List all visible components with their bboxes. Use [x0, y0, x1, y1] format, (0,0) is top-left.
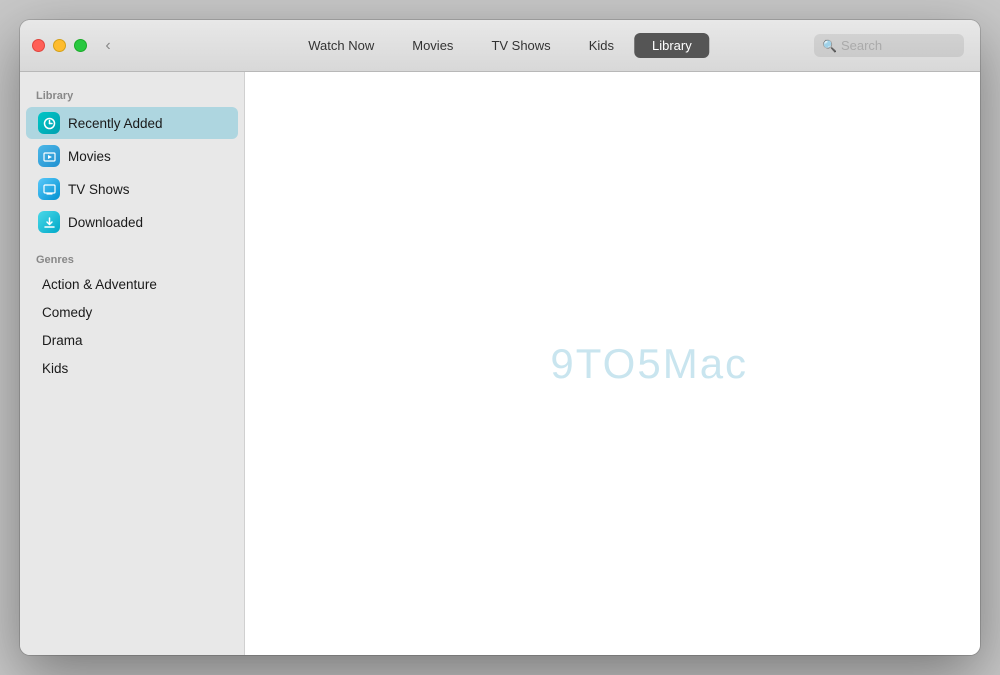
main-content: Library Recently Added: [20, 72, 980, 655]
movies-icon: [38, 145, 60, 167]
sidebar-item-tv-shows[interactable]: TV Shows: [26, 173, 238, 205]
tab-tv-shows[interactable]: TV Shows: [473, 33, 568, 58]
tab-kids[interactable]: Kids: [571, 33, 632, 58]
genre-kids[interactable]: Kids: [26, 355, 238, 382]
genre-comedy[interactable]: Comedy: [26, 299, 238, 326]
genre-drama-label: Drama: [42, 333, 83, 348]
titlebar: ‹ Watch Now Movies TV Shows Kids Library…: [20, 20, 980, 72]
downloaded-label: Downloaded: [68, 215, 143, 230]
tvshows-icon: [38, 178, 60, 200]
tab-library[interactable]: Library: [634, 33, 710, 58]
back-button[interactable]: ‹: [95, 36, 121, 56]
downloaded-icon: [38, 211, 60, 233]
movies-label: Movies: [68, 149, 111, 164]
sidebar-item-recently-added[interactable]: Recently Added: [26, 107, 238, 139]
sidebar-item-downloaded[interactable]: Downloaded: [26, 206, 238, 238]
traffic-lights: [32, 39, 87, 52]
genre-drama[interactable]: Drama: [26, 327, 238, 354]
genre-action-adventure[interactable]: Action & Adventure: [26, 271, 238, 298]
tab-movies[interactable]: Movies: [394, 33, 471, 58]
genres-section: Genres Action & Adventure Comedy Drama K…: [20, 248, 244, 382]
search-box[interactable]: 🔍: [814, 34, 964, 57]
recently-added-icon: [38, 112, 60, 134]
app-window: ‹ Watch Now Movies TV Shows Kids Library…: [20, 20, 980, 655]
search-icon: 🔍: [822, 39, 837, 53]
search-input[interactable]: [841, 38, 956, 53]
nav-tabs: Watch Now Movies TV Shows Kids Library: [290, 33, 709, 58]
content-area: 9TO5Mac: [245, 72, 980, 655]
tvshows-label: TV Shows: [68, 182, 130, 197]
watermark: 9TO5Mac: [550, 340, 748, 388]
library-section-label: Library: [20, 84, 244, 106]
recently-added-label: Recently Added: [68, 116, 163, 131]
genre-action-adventure-label: Action & Adventure: [42, 277, 157, 292]
genre-comedy-label: Comedy: [42, 305, 92, 320]
maximize-button[interactable]: [74, 39, 87, 52]
sidebar: Library Recently Added: [20, 72, 245, 655]
genres-section-label: Genres: [20, 248, 244, 270]
sidebar-item-movies[interactable]: Movies: [26, 140, 238, 172]
close-button[interactable]: [32, 39, 45, 52]
genre-kids-label: Kids: [42, 361, 68, 376]
tab-watch-now[interactable]: Watch Now: [290, 33, 392, 58]
minimize-button[interactable]: [53, 39, 66, 52]
